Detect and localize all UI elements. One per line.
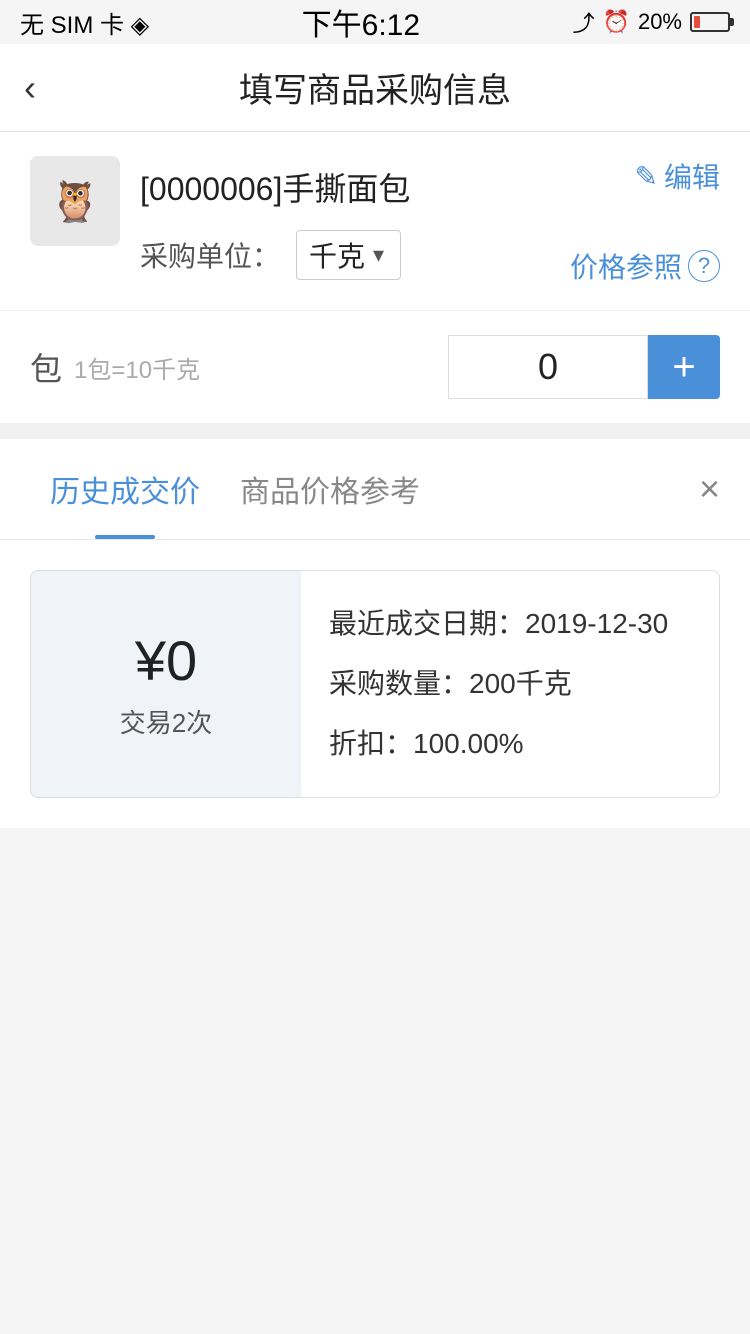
tab-history-price[interactable]: 历史成交价 — [30, 439, 220, 539]
unit-label: 采购单位： — [140, 235, 280, 275]
status-right: ⤴ ⏰ 20% — [573, 6, 730, 38]
battery-percent: 20% — [638, 9, 682, 35]
qty-sub-label: 1包=10千克 — [74, 350, 200, 385]
product-image: 🦉 — [30, 156, 120, 246]
price-amount: ¥0 — [135, 628, 197, 693]
alarm-icon: ⏰ — [603, 9, 630, 35]
quantity-row: 包 1包=10千克 0 + — [0, 310, 750, 423]
price-card-area: ¥0 交易2次 最近成交日期：2019-12-30 采购数量：200千克 折扣：… — [0, 540, 750, 828]
page-title: 填写商品采购信息 — [239, 63, 511, 112]
chevron-down-icon: ▾ — [373, 242, 384, 268]
discount-value: 100.00% — [413, 728, 524, 759]
discount-label: 折扣： — [329, 728, 413, 759]
location-icon: ⤴ — [573, 6, 595, 38]
price-card: ¥0 交易2次 最近成交日期：2019-12-30 采购数量：200千克 折扣：… — [30, 570, 720, 798]
unit-value: 千克 — [309, 235, 365, 275]
quantity-input[interactable]: 0 — [448, 335, 648, 399]
price-detail-recent-date: 最近成交日期：2019-12-30 — [329, 603, 668, 645]
qty-unit-badge: 包 — [30, 344, 62, 390]
edit-button[interactable]: ✎ 编辑 — [635, 156, 720, 196]
recent-date-value: 2019-12-30 — [525, 608, 668, 639]
product-thumbnail-icon: 🦉 — [50, 178, 100, 225]
purchase-qty-value: 200千克 — [469, 668, 572, 699]
unit-select[interactable]: 千克 ▾ — [296, 230, 401, 280]
quantity-label-group: 包 1包=10千克 — [30, 344, 200, 390]
status-bar: 无 SIM 卡 ◈ 下午6:12 ⤴ ⏰ 20% — [0, 0, 750, 44]
product-unit-row: 采购单位： 千克 ▾ — [140, 230, 410, 280]
section-divider — [0, 423, 750, 439]
price-detail-discount: 折扣：100.00% — [329, 723, 668, 765]
price-panel: 历史成交价 商品价格参考 × ¥0 交易2次 最近成交日期：2019-12-30… — [0, 439, 750, 828]
product-info: [0000006]手撕面包 采购单位： 千克 ▾ — [140, 156, 410, 280]
battery-icon — [690, 12, 730, 32]
edit-icon: ✎ — [635, 160, 658, 193]
price-ref-button[interactable]: 价格参照 ? — [570, 246, 720, 286]
product-name: [0000006]手撕面包 — [140, 164, 410, 210]
panel-close-button[interactable]: × — [699, 468, 720, 510]
quantity-controls: 0 + — [448, 335, 720, 399]
signal-text: 无 SIM 卡 ◈ — [20, 5, 149, 40]
price-detail-purchase-qty: 采购数量：200千克 — [329, 663, 668, 705]
price-card-left: ¥0 交易2次 — [31, 571, 301, 797]
nav-bar: ‹ 填写商品采购信息 — [0, 44, 750, 132]
product-card: 🦉 [0000006]手撕面包 采购单位： 千克 ▾ ✎ 编辑 价格参照 — [0, 132, 750, 310]
price-panel-tabs: 历史成交价 商品价格参考 × — [0, 439, 750, 540]
help-icon: ? — [688, 250, 720, 282]
edit-label: 编辑 — [664, 156, 720, 196]
purchase-qty-label: 采购数量： — [329, 668, 469, 699]
back-button[interactable]: ‹ — [24, 67, 36, 109]
price-card-right: 最近成交日期：2019-12-30 采购数量：200千克 折扣：100.00% — [301, 571, 696, 797]
tab-product-price-ref[interactable]: 商品价格参考 — [220, 439, 440, 539]
recent-date-label: 最近成交日期： — [329, 608, 525, 639]
price-ref-label: 价格参照 — [570, 246, 682, 286]
product-right: ✎ 编辑 价格参照 ? — [570, 156, 720, 286]
status-time: 下午6:12 — [302, 0, 420, 44]
quantity-plus-button[interactable]: + — [648, 335, 720, 399]
price-transaction-count: 交易2次 — [120, 703, 212, 740]
status-left: 无 SIM 卡 ◈ — [20, 5, 149, 40]
